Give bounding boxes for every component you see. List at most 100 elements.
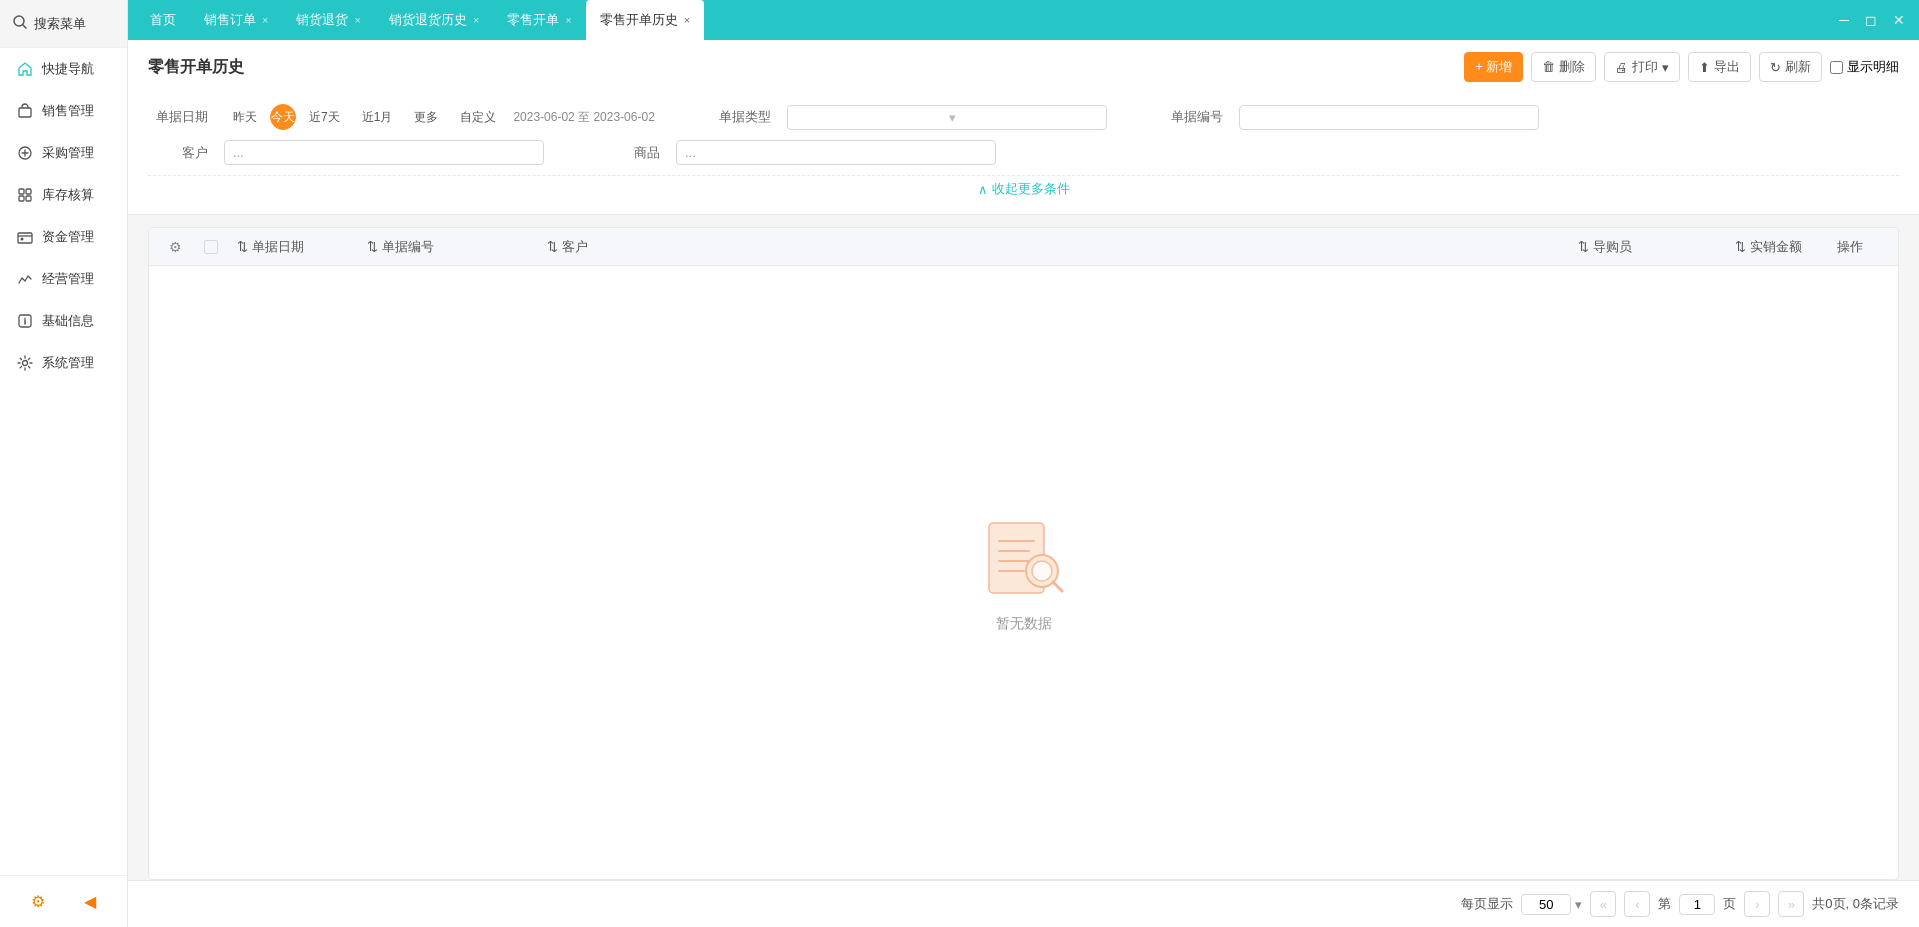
- filter-row-1: 单据日期 昨天 今天 近7天 近1月 更多 自定义 2023-06-02 至 2…: [148, 104, 1899, 130]
- page-of-label: 页: [1723, 895, 1736, 913]
- sidebar-item-label: 快捷导航: [42, 60, 94, 78]
- sidebar-item-label: 采购管理: [42, 144, 94, 162]
- col-billno-sort-icon[interactable]: ⇅: [367, 239, 378, 254]
- svg-line-1: [23, 25, 26, 28]
- system-icon: [16, 354, 34, 372]
- product-ellipsis[interactable]: ...: [685, 145, 987, 160]
- per-page-label: 每页显示: [1461, 895, 1513, 913]
- settings-icon[interactable]: ⚙: [169, 239, 182, 255]
- svg-point-11: [23, 361, 28, 366]
- col-amount-sort-icon[interactable]: ⇅: [1735, 239, 1746, 254]
- tab-sales-return-history[interactable]: 销货退货历史 ×: [375, 0, 493, 40]
- svg-rect-7: [26, 196, 31, 201]
- refresh-button[interactable]: ↻ 刷新: [1759, 52, 1822, 82]
- collapse-icon: ∧: [978, 182, 988, 197]
- minimize-window-button[interactable]: ─: [1833, 10, 1855, 30]
- tab-sales-return-history-close[interactable]: ×: [473, 14, 479, 26]
- date-range-display: 2023-06-02 至 2023-06-02: [513, 109, 654, 126]
- date-btn-more[interactable]: 更多: [405, 105, 447, 130]
- first-page-button[interactable]: «: [1590, 891, 1616, 917]
- restore-window-button[interactable]: ◻: [1859, 10, 1883, 30]
- tab-sales-order[interactable]: 销售订单 ×: [190, 0, 282, 40]
- bill-type-label: 单据类型: [711, 108, 771, 126]
- product-select[interactable]: ...: [676, 140, 996, 165]
- tab-sales-order-close[interactable]: ×: [262, 14, 268, 26]
- date-btn-custom[interactable]: 自定义: [451, 105, 505, 130]
- svg-rect-4: [19, 189, 24, 194]
- sidebar-item-inventory[interactable]: 库存核算: [0, 174, 127, 216]
- tab-retail-open[interactable]: 零售开单 ×: [493, 0, 585, 40]
- settings-footer-button[interactable]: ⚙: [27, 888, 49, 915]
- display-detail-toggle[interactable]: 显示明细: [1830, 58, 1899, 76]
- customer-select[interactable]: ...: [224, 140, 544, 165]
- page-title-bar: 零售开单历史 + 新增 🗑 删除 🖨 打印 ▾ ⬆ 导出 ↻: [148, 52, 1899, 82]
- sidebar-nav: 快捷导航 销售管理 采购管理: [0, 48, 127, 875]
- sidebar-item-label: 基础信息: [42, 312, 94, 330]
- empty-text: 暂无数据: [996, 615, 1052, 633]
- export-button[interactable]: ⬆ 导出: [1688, 52, 1751, 82]
- tab-retail-open-label: 零售开单: [507, 11, 559, 29]
- collapse-filter-button[interactable]: ∧ 收起更多条件: [148, 175, 1899, 202]
- page-size-select[interactable]: ▾: [1521, 894, 1582, 915]
- tab-sales-return[interactable]: 销货退货 ×: [282, 0, 374, 40]
- svg-rect-8: [18, 233, 32, 243]
- date-btn-7days[interactable]: 近7天: [300, 105, 349, 130]
- col-customer-sort-icon[interactable]: ⇅: [547, 239, 558, 254]
- col-amount-label: 实销金额: [1750, 238, 1802, 256]
- sidebar-item-system[interactable]: 系统管理: [0, 342, 127, 384]
- sidebar-item-sales-mgmt[interactable]: 销售管理: [0, 90, 127, 132]
- col-date-sort-icon[interactable]: ⇅: [237, 239, 248, 254]
- export-label: 导出: [1714, 58, 1740, 76]
- tab-bar-actions: ─ ◻ ✕: [1833, 10, 1911, 30]
- prev-page-button[interactable]: ‹: [1624, 891, 1650, 917]
- home-icon: [16, 60, 34, 78]
- col-salesperson-sort-icon[interactable]: ⇅: [1578, 239, 1589, 254]
- page-size-dropdown-icon[interactable]: ▾: [1575, 897, 1582, 912]
- date-btn-yesterday[interactable]: 昨天: [224, 105, 266, 130]
- sidebar-search[interactable]: 搜索菜单: [0, 0, 127, 48]
- sidebar-item-quick-nav[interactable]: 快捷导航: [0, 48, 127, 90]
- current-page-input[interactable]: [1679, 894, 1715, 915]
- tab-sales-return-close[interactable]: ×: [354, 14, 360, 26]
- last-page-button[interactable]: »: [1778, 891, 1804, 917]
- finance-icon: [16, 228, 34, 246]
- bill-no-input[interactable]: [1239, 105, 1539, 130]
- table-container: ⚙ ⇅ 单据日期 ⇅ 单据编号 ⇅ 客户 ⇅: [148, 227, 1899, 880]
- col-billno-header: ⇅ 单据编号: [359, 238, 539, 256]
- collapse-sidebar-button[interactable]: ◀: [80, 888, 100, 915]
- bill-type-select[interactable]: ▾: [787, 105, 1107, 130]
- close-window-button[interactable]: ✕: [1887, 10, 1911, 30]
- svg-rect-5: [26, 189, 31, 194]
- main-area: 首页 销售订单 × 销货退货 × 销货退货历史 × 零售开单 × 零售开单历史 …: [128, 0, 1919, 927]
- sidebar-item-operations[interactable]: 经营管理: [0, 258, 127, 300]
- tab-retail-history[interactable]: 零售开单历史 ×: [586, 0, 704, 40]
- col-checkbox: [193, 240, 229, 254]
- sidebar-item-basic-info[interactable]: 基础信息: [0, 300, 127, 342]
- page-title: 零售开单历史: [148, 57, 244, 78]
- sidebar: 搜索菜单 快捷导航 销售管理: [0, 0, 128, 927]
- next-page-button[interactable]: ›: [1744, 891, 1770, 917]
- table-header: ⚙ ⇅ 单据日期 ⇅ 单据编号 ⇅ 客户 ⇅: [149, 228, 1898, 266]
- tab-retail-open-close[interactable]: ×: [565, 14, 571, 26]
- add-button[interactable]: + 新增: [1464, 52, 1523, 82]
- tab-sales-order-label: 销售订单: [204, 11, 256, 29]
- delete-button[interactable]: 🗑 删除: [1531, 52, 1596, 82]
- customer-ellipsis[interactable]: ...: [233, 145, 535, 160]
- page-size-input[interactable]: [1521, 894, 1571, 915]
- page-header: 零售开单历史 + 新增 🗑 删除 🖨 打印 ▾ ⬆ 导出 ↻: [128, 40, 1919, 215]
- sidebar-item-purchase-mgmt[interactable]: 采购管理: [0, 132, 127, 174]
- tab-home[interactable]: 首页: [136, 0, 190, 40]
- sidebar-item-label: 销售管理: [42, 102, 94, 120]
- next-page-icon: ›: [1755, 897, 1759, 912]
- svg-point-18: [1032, 561, 1052, 581]
- page-label: 第: [1658, 895, 1671, 913]
- select-all-checkbox[interactable]: [204, 240, 218, 254]
- print-button[interactable]: 🖨 打印 ▾: [1604, 52, 1680, 82]
- date-btn-1month[interactable]: 近1月: [353, 105, 402, 130]
- tab-retail-history-close[interactable]: ×: [684, 14, 690, 26]
- print-dropdown-icon: ▾: [1662, 60, 1669, 75]
- date-btn-today[interactable]: 今天: [270, 104, 296, 130]
- sidebar-search-label: 搜索菜单: [34, 15, 86, 33]
- display-detail-checkbox[interactable]: [1830, 61, 1843, 74]
- sidebar-item-finance[interactable]: 资金管理: [0, 216, 127, 258]
